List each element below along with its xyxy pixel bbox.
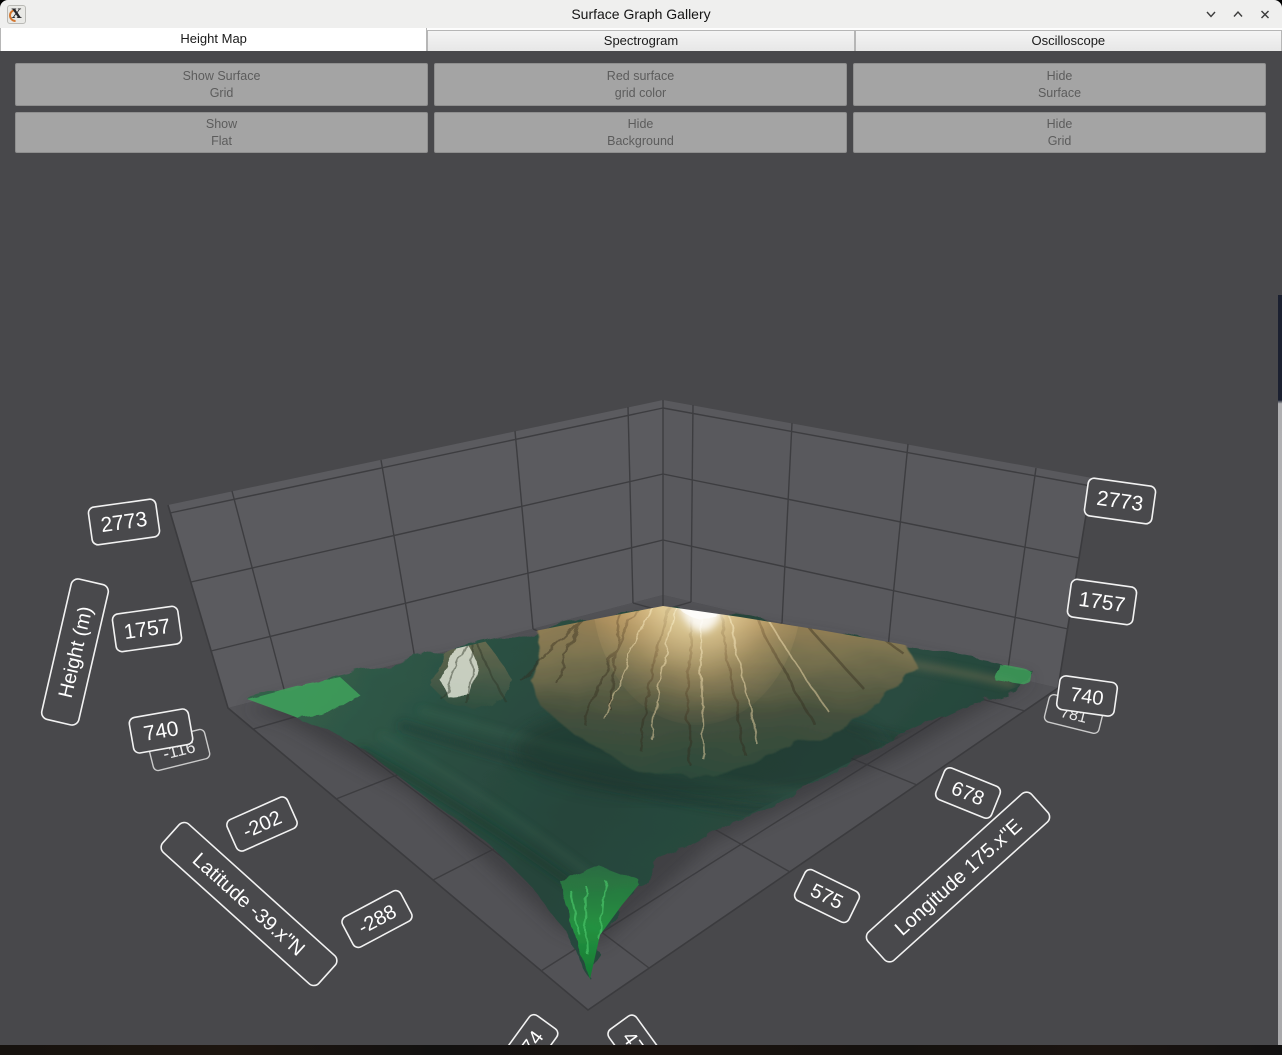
tab-bar: Height Map Spectrogram Oscilloscope [0,28,1282,51]
height-tick-left-1757: 1757 [112,606,183,653]
show-flat-button[interactable]: Show Flat [15,112,428,153]
window-title: Surface Graph Gallery [0,0,1282,28]
show-surface-grid-button[interactable]: Show Surface Grid [15,63,428,106]
desktop-strip [0,1045,1282,1055]
close-icon[interactable] [1258,7,1272,21]
height-tick-right-1757: 1757 [1067,579,1138,626]
chevron-up-icon[interactable] [1231,7,1245,21]
tab-oscilloscope[interactable]: Oscilloscope [855,30,1282,51]
red-surface-grid-color-button[interactable]: Red surface grid color [434,63,847,106]
hide-background-button[interactable]: Hide Background [434,112,847,153]
hide-grid-button[interactable]: Hide Grid [853,112,1266,153]
height-map-page: Show Surface Grid Red surface grid color… [0,51,1282,1045]
chevron-down-icon[interactable] [1204,7,1218,21]
height-tick-right-740: 740 [1056,675,1118,717]
tab-height-map[interactable]: Height Map [0,28,427,51]
app-window: X Surface Graph Gallery Height Map Spect… [0,0,1282,1055]
hide-surface-button[interactable]: Hide Surface [853,63,1266,106]
svg-text:740: 740 [1069,684,1105,710]
tab-spectrogram[interactable]: Spectrogram [427,30,854,51]
background-window-sliver [1278,295,1282,1045]
titlebar[interactable]: X Surface Graph Gallery [0,0,1282,29]
surface-plot-3d[interactable]: -116 781 2773 1757 740 [0,165,1282,1045]
